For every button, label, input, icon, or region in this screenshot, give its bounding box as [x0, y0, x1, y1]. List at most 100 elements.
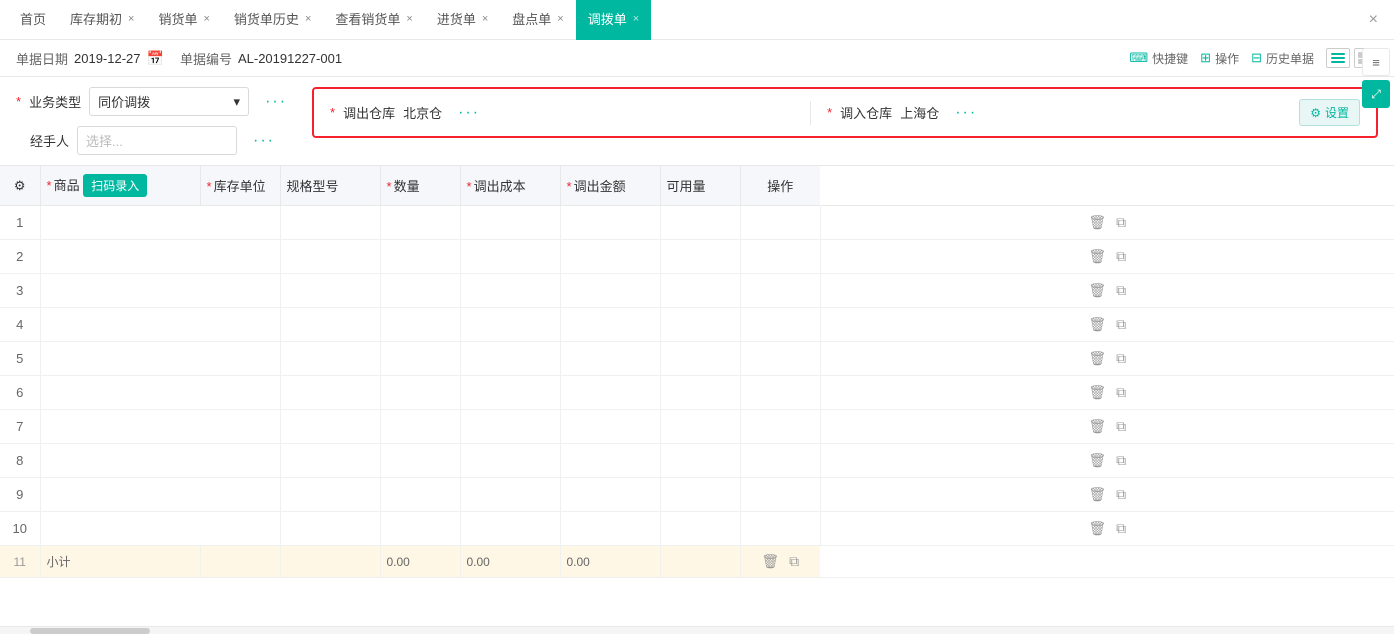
settings-button[interactable]: ⚙ 设置: [1299, 99, 1360, 126]
row-product[interactable]: [40, 478, 280, 512]
row-unit[interactable]: [280, 308, 380, 342]
out-warehouse-more[interactable]: ···: [458, 104, 480, 122]
row-amount[interactable]: [660, 444, 740, 478]
row-product[interactable]: [40, 308, 280, 342]
close-tab-view-sales[interactable]: ×: [406, 13, 412, 25]
delete-btn[interactable]: 🗑: [1086, 484, 1108, 505]
horizontal-scrollbar[interactable]: [0, 626, 1394, 634]
close-tab-purchase[interactable]: ×: [482, 13, 488, 25]
row-amount[interactable]: [660, 240, 740, 274]
row-product[interactable]: [40, 342, 280, 376]
row-amount[interactable]: [660, 376, 740, 410]
close-tab-sales-order[interactable]: ×: [203, 13, 209, 25]
scan-button[interactable]: 扫码录入: [83, 174, 147, 197]
copy-btn[interactable]: ⧉: [1114, 280, 1128, 301]
tab-purchase[interactable]: 进货单 ×: [425, 0, 500, 40]
row-product[interactable]: [40, 444, 280, 478]
row-spec[interactable]: [380, 274, 460, 308]
delete-btn[interactable]: 🗑: [1086, 280, 1108, 301]
tab-inventory[interactable]: 盘点单 ×: [500, 0, 575, 40]
row-available[interactable]: [740, 478, 820, 512]
copy-btn[interactable]: ⧉: [1114, 518, 1128, 539]
row-product[interactable]: [40, 274, 280, 308]
row-unit[interactable]: [280, 240, 380, 274]
row-cost[interactable]: [560, 410, 660, 444]
row-qty[interactable]: [460, 478, 560, 512]
row-available[interactable]: [740, 512, 820, 546]
row-available[interactable]: [740, 342, 820, 376]
row-available[interactable]: [740, 274, 820, 308]
close-tab-sales-history[interactable]: ×: [305, 13, 311, 25]
delete-btn[interactable]: 🗑: [759, 551, 781, 572]
row-cost[interactable]: [560, 342, 660, 376]
tab-sales-history[interactable]: 销货单历史 ×: [222, 0, 323, 40]
close-tab-stock-initial[interactable]: ×: [128, 13, 134, 25]
list-view-btn[interactable]: [1326, 48, 1350, 68]
tab-stock-initial[interactable]: 库存期初 ×: [58, 0, 146, 40]
tab-home[interactable]: 首页: [8, 0, 58, 40]
shortcut-btn[interactable]: ⌨ 快捷键: [1129, 50, 1188, 67]
tab-transfer[interactable]: 调拨单 ×: [576, 0, 651, 40]
window-close-btn[interactable]: ×: [1361, 11, 1386, 29]
scrollbar-thumb[interactable]: [30, 628, 150, 634]
row-cost[interactable]: [560, 206, 660, 240]
row-cost[interactable]: [560, 376, 660, 410]
row-amount[interactable]: [660, 308, 740, 342]
row-spec[interactable]: [380, 410, 460, 444]
row-product[interactable]: [40, 206, 280, 240]
delete-btn[interactable]: 🗑: [1086, 382, 1108, 403]
delete-btn[interactable]: 🗑: [1086, 246, 1108, 267]
row-qty[interactable]: [460, 240, 560, 274]
th-gear[interactable]: ⚙: [0, 166, 40, 206]
row-spec[interactable]: [380, 444, 460, 478]
copy-btn[interactable]: ⧉: [1114, 348, 1128, 369]
close-tab-transfer[interactable]: ×: [633, 13, 639, 25]
row-amount[interactable]: [660, 410, 740, 444]
delete-btn[interactable]: 🗑: [1086, 314, 1108, 335]
history-btn[interactable]: ⊟ 历史单据: [1251, 50, 1314, 67]
row-qty[interactable]: [460, 444, 560, 478]
copy-btn[interactable]: ⧉: [1114, 450, 1128, 471]
row-product[interactable]: [40, 376, 280, 410]
row-cost[interactable]: [560, 478, 660, 512]
calendar-icon[interactable]: 📅: [147, 50, 164, 67]
row-cost[interactable]: [560, 512, 660, 546]
row-spec[interactable]: [380, 206, 460, 240]
row-cost[interactable]: [560, 308, 660, 342]
row-product[interactable]: [40, 240, 280, 274]
copy-btn[interactable]: ⧉: [787, 551, 801, 572]
row-amount[interactable]: [660, 478, 740, 512]
row-available[interactable]: [740, 308, 820, 342]
business-type-more[interactable]: ···: [265, 93, 287, 111]
copy-btn[interactable]: ⧉: [1114, 416, 1128, 437]
row-unit[interactable]: [280, 478, 380, 512]
operations-btn[interactable]: ⊞ 操作: [1200, 50, 1239, 67]
row-available[interactable]: [740, 444, 820, 478]
row-amount[interactable]: [660, 206, 740, 240]
copy-btn[interactable]: ⧉: [1114, 246, 1128, 267]
delete-btn[interactable]: 🗑: [1086, 348, 1108, 369]
handler-more[interactable]: ···: [253, 132, 275, 150]
row-qty[interactable]: [460, 308, 560, 342]
row-amount[interactable]: [660, 342, 740, 376]
row-amount[interactable]: [660, 512, 740, 546]
row-spec[interactable]: [380, 342, 460, 376]
row-spec[interactable]: [380, 240, 460, 274]
row-qty[interactable]: [460, 206, 560, 240]
delete-btn[interactable]: 🗑: [1086, 450, 1108, 471]
row-unit[interactable]: [280, 376, 380, 410]
row-qty[interactable]: [460, 376, 560, 410]
row-available[interactable]: [740, 376, 820, 410]
row-qty[interactable]: [460, 410, 560, 444]
in-warehouse-more[interactable]: ···: [955, 104, 977, 122]
delete-btn[interactable]: 🗑: [1086, 518, 1108, 539]
tab-view-sales[interactable]: 查看销货单 ×: [323, 0, 424, 40]
row-spec[interactable]: [380, 478, 460, 512]
copy-btn[interactable]: ⧉: [1114, 212, 1128, 233]
row-spec[interactable]: [380, 376, 460, 410]
copy-btn[interactable]: ⧉: [1114, 484, 1128, 505]
row-unit[interactable]: [280, 342, 380, 376]
delete-btn[interactable]: 🗑: [1086, 416, 1108, 437]
row-spec[interactable]: [380, 512, 460, 546]
row-available[interactable]: [740, 410, 820, 444]
